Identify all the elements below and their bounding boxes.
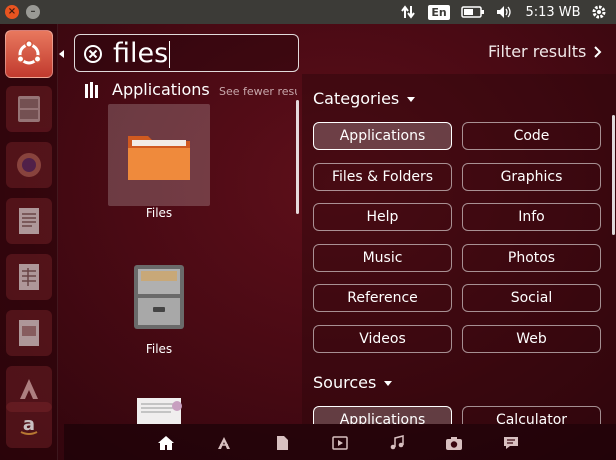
- files-icon[interactable]: [271, 432, 293, 454]
- amazon-icon[interactable]: a: [6, 402, 52, 448]
- source-applications[interactable]: Applications: [313, 406, 452, 424]
- file-cabinet-icon: [134, 265, 184, 329]
- volume-icon[interactable]: [494, 0, 514, 24]
- network-icon[interactable]: [398, 0, 418, 24]
- see-fewer-results-link[interactable]: See fewer results: [219, 85, 297, 98]
- result-label: Files: [145, 206, 173, 220]
- categories-title: Categories: [313, 89, 400, 108]
- section-title: Applications: [112, 80, 210, 99]
- category-graphics[interactable]: Graphics: [462, 163, 601, 191]
- category-web[interactable]: Web: [462, 325, 601, 353]
- firefox-icon[interactable]: [6, 142, 52, 188]
- calc-icon[interactable]: [6, 254, 52, 300]
- category-social[interactable]: Social: [462, 284, 601, 312]
- file-cabinet-icon[interactable]: [6, 86, 52, 132]
- applications-section-header: Applications: [84, 80, 210, 99]
- settings-gear-icon[interactable]: [588, 0, 610, 24]
- filter-results-label: Filter results: [488, 42, 587, 61]
- source-calculator[interactable]: Calculator: [462, 406, 601, 424]
- keyboard-icon[interactable]: En: [428, 0, 450, 24]
- photos-icon[interactable]: [443, 432, 465, 454]
- result-item-files-folder[interactable]: [108, 104, 210, 206]
- launcher-active-arrow-icon: [59, 50, 64, 58]
- minimize-icon[interactable]: –: [26, 5, 40, 19]
- text-caret: [169, 41, 171, 68]
- search-box[interactable]: files: [74, 34, 299, 72]
- close-icon[interactable]: ×: [5, 5, 19, 19]
- writer-icon[interactable]: [6, 198, 52, 244]
- social-icon[interactable]: [500, 432, 522, 454]
- category-music[interactable]: Music: [313, 244, 452, 272]
- folder-icon: [128, 136, 190, 180]
- category-code[interactable]: Code: [462, 122, 601, 150]
- svg-text:a: a: [23, 414, 35, 435]
- triangle-down-icon: [407, 97, 416, 102]
- result-label: Files: [145, 342, 173, 356]
- chevron-right-icon: [594, 45, 602, 58]
- applications-icon[interactable]: [213, 432, 235, 454]
- triangle-down-icon: [384, 381, 393, 386]
- applications-category-icon: [85, 81, 98, 98]
- impress-icon[interactable]: [6, 310, 52, 356]
- category-help[interactable]: Help: [313, 203, 452, 231]
- music-icon[interactable]: [386, 432, 408, 454]
- category-videos[interactable]: Videos: [313, 325, 452, 353]
- launcher: a: [0, 24, 58, 460]
- ubuntu-logo-icon[interactable]: [5, 30, 53, 78]
- clock[interactable]: 5:13 WB: [522, 0, 584, 24]
- video-icon[interactable]: [329, 432, 351, 454]
- category-files-folders[interactable]: Files & Folders: [313, 163, 452, 191]
- category-reference[interactable]: Reference: [313, 284, 452, 312]
- result-item-file-cabinet[interactable]: [108, 246, 210, 348]
- filter-results-toggle[interactable]: Filter results: [488, 42, 602, 61]
- category-info[interactable]: Info: [462, 203, 601, 231]
- keyboard-layout-label: En: [428, 4, 450, 20]
- sources-title: Sources: [313, 373, 377, 392]
- search-query: files: [113, 38, 169, 69]
- results-scrollbar[interactable]: [296, 100, 299, 214]
- home-icon[interactable]: [155, 432, 177, 454]
- category-photos[interactable]: Photos: [462, 244, 601, 272]
- top-panel: × – En 5:13 WB: [0, 0, 616, 24]
- filter-scrollbar[interactable]: [612, 115, 615, 235]
- sources-header[interactable]: Sources: [313, 373, 393, 392]
- category-applications[interactable]: Applications: [313, 122, 452, 150]
- categories-header[interactable]: Categories: [313, 89, 416, 108]
- result-item-document-viewer[interactable]: [108, 394, 210, 424]
- search-input[interactable]: files: [113, 37, 171, 71]
- battery-icon[interactable]: [460, 0, 486, 24]
- document-viewer-icon: [137, 398, 182, 424]
- clear-search-icon[interactable]: [83, 44, 103, 64]
